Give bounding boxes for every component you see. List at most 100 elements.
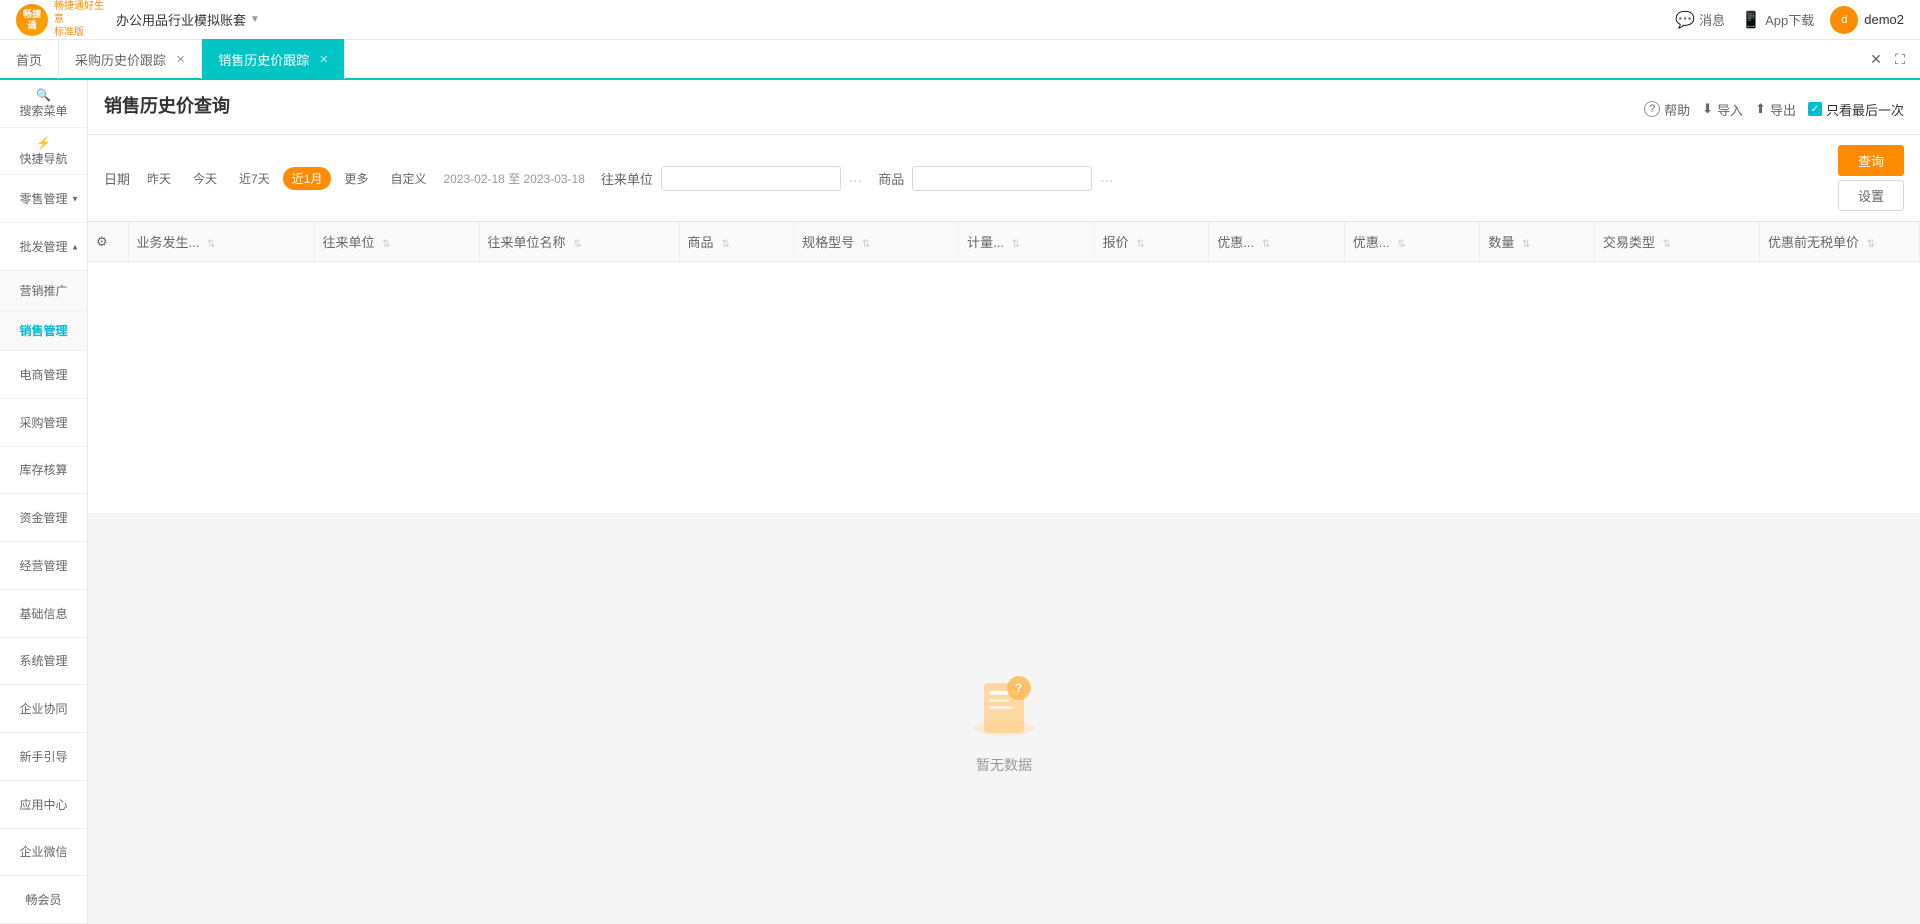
- sidebar-item-ecommerce[interactable]: 电商管理: [0, 351, 87, 399]
- date-btn-yesterday[interactable]: 昨天: [138, 167, 180, 190]
- date-btn-last7[interactable]: 近7天: [230, 167, 279, 190]
- col-unit[interactable]: 计量... ⇅: [959, 222, 1095, 262]
- col-biz-date[interactable]: 业务发生... ⇅: [128, 222, 314, 262]
- col-discount1[interactable]: 优惠... ⇅: [1209, 222, 1345, 262]
- only-last-checkbox[interactable]: ✓ 只看最后一次: [1808, 100, 1904, 119]
- sidebar-item-app-center[interactable]: 应用中心: [0, 781, 87, 829]
- date-buttons: 昨天 今天 近7天 近1月 更多 自定义: [138, 167, 435, 190]
- sidebar-item-retail[interactable]: 零售管理: [0, 175, 87, 223]
- sort-icon-biz-date: ⇅: [207, 239, 215, 250]
- sidebar: 🔍 搜索菜单 ⚡ 快捷导航 零售管理 批发管理 营销推广 销售管理 电商管理 采…: [0, 80, 88, 924]
- date-label: 日期: [104, 169, 130, 188]
- user-area[interactable]: d demo2: [1830, 6, 1904, 34]
- empty-state: ? 暂无数据: [88, 513, 1920, 924]
- avatar: d: [1830, 6, 1858, 34]
- top-bar: 畅捷通 畅捷通好生意 标准版 办公用品行业模拟账套 ▼ 💬 消息 📱 App下载…: [0, 0, 1920, 40]
- import-icon: ⬇: [1702, 101, 1713, 117]
- close-all-tabs-button[interactable]: ✕: [1864, 47, 1888, 71]
- message-icon: 💬: [1675, 10, 1695, 30]
- export-button[interactable]: ⬆ 导出: [1755, 100, 1796, 119]
- sidebar-item-sales-mgmt[interactable]: 销售管理: [0, 311, 87, 351]
- sidebar-item-member[interactable]: 畅会员: [0, 876, 87, 924]
- sidebar-item-marketing[interactable]: 营销推广: [0, 271, 87, 311]
- product-input[interactable]: [912, 166, 1092, 191]
- partner-input[interactable]: [661, 166, 841, 191]
- chevron-down-icon: ▼: [250, 14, 260, 25]
- date-filter-group: 日期 昨天 今天 近7天 近1月 更多 自定义 2023-02-18 至 202…: [104, 167, 585, 190]
- sort-icon-discount2: ⇅: [1397, 239, 1405, 250]
- col-discount2[interactable]: 优惠... ⇅: [1344, 222, 1480, 262]
- app-download-button[interactable]: 📱 App下载: [1741, 10, 1814, 30]
- sort-icon-spec: ⇅: [862, 239, 870, 250]
- sort-icon-pretax-price: ⇅: [1867, 239, 1875, 250]
- date-btn-today[interactable]: 今天: [184, 167, 226, 190]
- col-pretax-price[interactable]: 优惠前无税单价 ⇅: [1760, 222, 1920, 262]
- col-spec[interactable]: 规格型号 ⇅: [794, 222, 959, 262]
- tab-actions: ✕ ⛶: [1864, 47, 1920, 71]
- sidebar-item-inventory[interactable]: 库存核算: [0, 447, 87, 495]
- tab-home[interactable]: 首页: [0, 39, 59, 79]
- col-qty[interactable]: 数量 ⇅: [1480, 222, 1595, 262]
- import-button[interactable]: ⬇ 导入: [1702, 100, 1743, 119]
- phone-icon: 📱: [1741, 10, 1761, 30]
- settings-button[interactable]: 设置: [1838, 180, 1904, 211]
- page-title: 销售历史价查询: [104, 92, 230, 118]
- tab-sales-history[interactable]: 销售历史价跟踪 ✕: [202, 39, 345, 79]
- date-btn-last1m[interactable]: 近1月: [283, 167, 332, 190]
- main-area: 🔍 搜索菜单 ⚡ 快捷导航 零售管理 批发管理 营销推广 销售管理 电商管理 采…: [0, 80, 1920, 924]
- page-content: 销售历史价查询 ? 帮助 ⬇ 导入 ⬆ 导出 ✓: [88, 80, 1920, 924]
- date-btn-custom[interactable]: 自定义: [381, 167, 435, 190]
- partner-select-icon[interactable]: ...: [849, 169, 862, 187]
- sidebar-item-enterprise[interactable]: 企业协同: [0, 685, 87, 733]
- product-select-icon[interactable]: ...: [1100, 169, 1113, 187]
- help-button[interactable]: ? 帮助: [1644, 100, 1690, 119]
- filter-area: 日期 昨天 今天 近7天 近1月 更多 自定义 2023-02-18 至 202…: [88, 135, 1920, 222]
- expand-tab-button[interactable]: ⛶: [1888, 47, 1912, 71]
- username: demo2: [1864, 12, 1904, 27]
- col-partner-code[interactable]: 往来单位 ⇅: [314, 222, 479, 262]
- close-tab-purchase[interactable]: ✕: [176, 53, 185, 66]
- shortcut-icon: ⚡: [36, 136, 51, 150]
- export-icon: ⬆: [1755, 101, 1766, 117]
- logo-area: 畅捷通 畅捷通好生意 标准版: [16, 0, 104, 39]
- action-buttons: 查询 设置: [1838, 145, 1904, 211]
- app-selector[interactable]: 办公用品行业模拟账套 ▼: [116, 10, 1663, 29]
- sidebar-item-wechat[interactable]: 企业微信: [0, 829, 87, 877]
- sidebar-item-operations[interactable]: 经营管理: [0, 542, 87, 590]
- sidebar-item-finance[interactable]: 资金管理: [0, 494, 87, 542]
- product-label: 商品: [878, 169, 904, 188]
- data-table: ⚙ 业务发生... ⇅ 往来单位 ⇅ 往来单位名称: [88, 222, 1920, 262]
- sidebar-item-basic-info[interactable]: 基础信息: [0, 590, 87, 638]
- sort-icon-partner-name: ⇅: [573, 239, 581, 250]
- col-quote[interactable]: 报价 ⇅: [1094, 222, 1209, 262]
- product-filter-group: 商品 ...: [878, 166, 1113, 191]
- sort-icon-product: ⇅: [721, 239, 729, 250]
- date-range-text: 2023-02-18 至 2023-03-18: [443, 170, 584, 187]
- query-button[interactable]: 查询: [1838, 145, 1904, 176]
- col-settings[interactable]: ⚙: [88, 222, 128, 262]
- sidebar-item-search[interactable]: 🔍 搜索菜单: [0, 80, 87, 128]
- sort-icon-partner-code: ⇅: [382, 239, 390, 250]
- sidebar-item-wholesale[interactable]: 批发管理: [0, 223, 87, 271]
- partner-label: 往来单位: [601, 169, 653, 188]
- col-trade-type[interactable]: 交易类型 ⇅: [1594, 222, 1759, 262]
- col-product[interactable]: 商品 ⇅: [679, 222, 794, 262]
- sidebar-item-guide[interactable]: 新手引导: [0, 733, 87, 781]
- close-tab-sales[interactable]: ✕: [319, 53, 328, 66]
- page-header-actions: ? 帮助 ⬇ 导入 ⬆ 导出 ✓ 只看最后一次: [1644, 100, 1904, 119]
- sort-icon-discount1: ⇅: [1262, 239, 1270, 250]
- logo-icon: 畅捷通: [16, 4, 48, 36]
- svg-text:?: ?: [1015, 681, 1022, 695]
- help-icon: ?: [1644, 101, 1660, 117]
- page-header: 销售历史价查询 ? 帮助 ⬇ 导入 ⬆ 导出 ✓: [88, 80, 1920, 135]
- col-partner-name[interactable]: 往来单位名称 ⇅: [479, 222, 679, 262]
- sidebar-item-purchase[interactable]: 采购管理: [0, 399, 87, 447]
- message-button[interactable]: 💬 消息: [1675, 10, 1725, 30]
- sidebar-item-shortcut[interactable]: ⚡ 快捷导航: [0, 128, 87, 176]
- table-container: ⚙ 业务发生... ⇅ 往来单位 ⇅ 往来单位名称: [88, 222, 1920, 513]
- date-btn-more[interactable]: 更多: [335, 167, 377, 190]
- checkbox-icon: ✓: [1808, 102, 1822, 116]
- sidebar-item-system[interactable]: 系统管理: [0, 638, 87, 686]
- tab-purchase-history[interactable]: 采购历史价跟踪 ✕: [59, 39, 202, 79]
- top-right: 💬 消息 📱 App下载 d demo2: [1675, 6, 1904, 34]
